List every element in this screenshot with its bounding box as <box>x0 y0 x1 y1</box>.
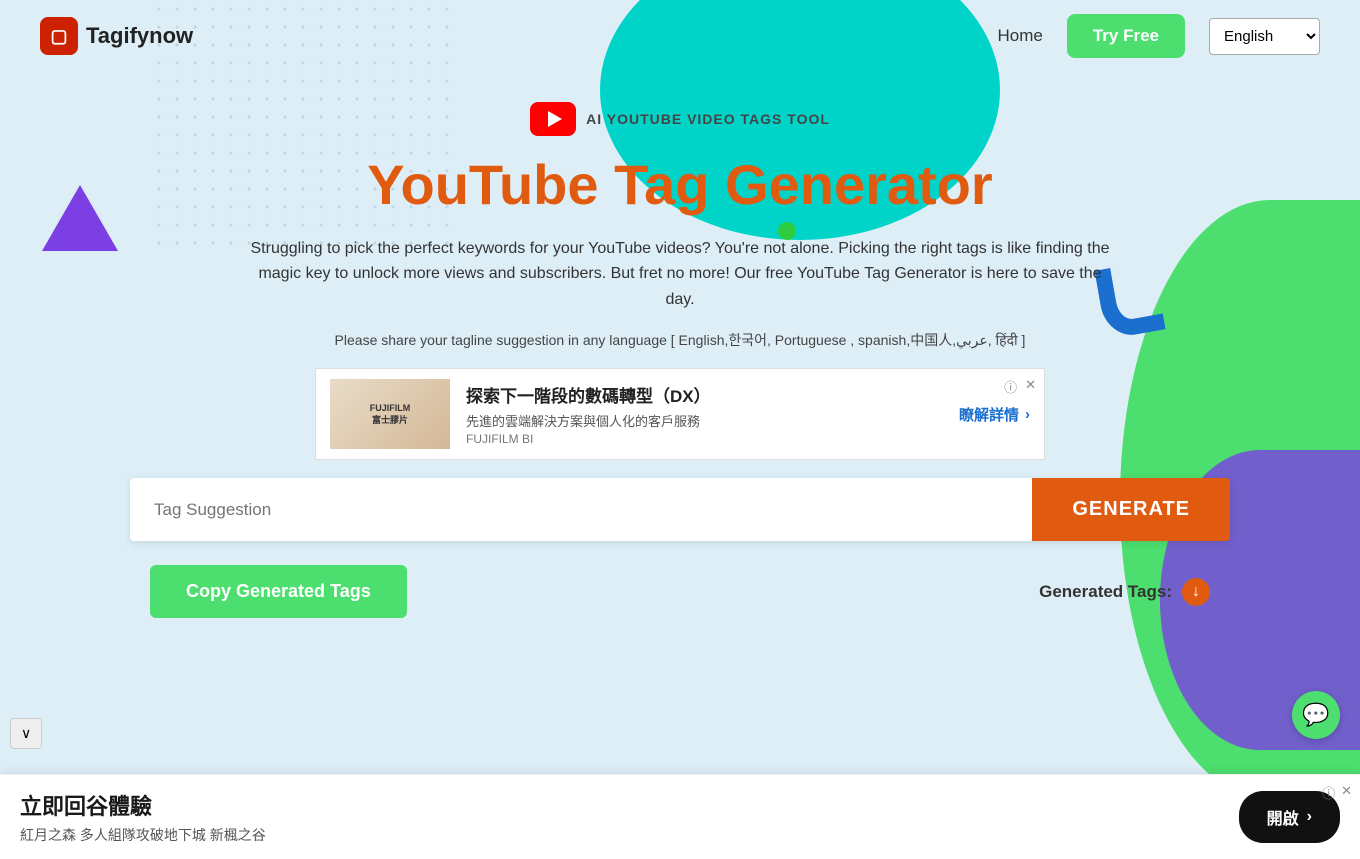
ad-info-icon[interactable]: ⓘ <box>1004 377 1017 396</box>
ad-chevron-right-icon: › <box>1025 406 1030 423</box>
arrow-down-symbol: ↓ <box>1192 583 1200 601</box>
logo[interactable]: ▢ Tagifynow <box>40 17 193 55</box>
yt-label: AI YOUTUBE VIDEO TAGS TOOL <box>530 102 830 136</box>
logo-text: Tagifynow <box>86 23 193 49</box>
ad-title: 探索下一階段的數碼轉型（DX） <box>466 382 943 407</box>
page-title: YouTube Tag Generator <box>20 154 1340 216</box>
copy-generated-tags-button[interactable]: Copy Generated Tags <box>150 565 407 618</box>
generated-tags-label: Generated Tags: ↓ <box>1039 578 1210 606</box>
bottom-ad-close-icon[interactable]: ✕ <box>1341 783 1352 802</box>
bottom-ad-subtitle: 紅月之森 多人組隊攻破地下城 新楓之谷 <box>20 825 1239 845</box>
ad-close-icon[interactable]: ✕ <box>1025 377 1036 396</box>
nav-home-link[interactable]: Home <box>997 26 1042 46</box>
bottom-ad-banner: 立即回谷體驗 紅月之森 多人組隊攻破地下城 新楓之谷 開啟 › ⓘ ✕ <box>0 774 1360 859</box>
collapse-icon: ∨ <box>21 725 31 741</box>
hero-subtitle: Struggling to pick the perfect keywords … <box>250 236 1110 313</box>
ad-text: 探索下一階段的數碼轉型（DX） 先進的雲端解決方案與個人化的客戶服務 FUJIF… <box>466 382 943 446</box>
bottom-ad-info-icon[interactable]: ⓘ <box>1322 783 1335 802</box>
collapse-button[interactable]: ∨ <box>10 718 42 749</box>
chat-icon: 💬 <box>1302 702 1329 728</box>
chat-bubble-button[interactable]: 💬 <box>1292 691 1340 739</box>
bottom-ad-close-area: ⓘ ✕ <box>1322 783 1352 802</box>
ad-subtitle: 先進的雲端解決方案與個人化的客戶服務 <box>466 411 943 430</box>
youtube-play-icon <box>530 102 576 136</box>
ad-brand: FUJIFILM BI <box>466 432 943 446</box>
ad-image-inner: FUJIFILM富士膠片 <box>330 379 450 449</box>
actions-area: Copy Generated Tags Generated Tags: ↓ <box>130 565 1230 618</box>
ad-close-area: ⓘ ✕ <box>1004 377 1036 396</box>
bottom-ad-action-label: 開啟 <box>1267 805 1299 829</box>
generate-button[interactable]: GENERATE <box>1032 478 1230 541</box>
generated-tags-text: Generated Tags: <box>1039 582 1172 602</box>
bottom-ad-chevron-icon: › <box>1307 808 1312 826</box>
yt-label-text: AI YOUTUBE VIDEO TAGS TOOL <box>586 111 830 127</box>
ad-banner: FUJIFILM富士膠片 探索下一階段的數碼轉型（DX） 先進的雲端解決方案與個… <box>315 368 1045 460</box>
tag-suggestion-input[interactable] <box>130 478 1032 541</box>
header: ▢ Tagifynow Home Try Free English Españo… <box>0 0 1360 72</box>
input-area: GENERATE <box>130 478 1230 541</box>
logo-icon: ▢ <box>40 17 78 55</box>
bottom-ad-title: 立即回谷體驗 <box>20 789 1239 821</box>
header-right: Home Try Free English Español Português … <box>997 14 1320 58</box>
ad-action-button[interactable]: 瞭解詳情 › <box>959 404 1030 425</box>
bottom-ad-text: 立即回谷體驗 紅月之森 多人組隊攻破地下城 新楓之谷 <box>20 789 1239 845</box>
language-select[interactable]: English Español Português 中文 عربي 한국어 <box>1209 18 1320 55</box>
down-arrow-icon: ↓ <box>1182 578 1210 606</box>
tagline-note: Please share your tagline suggestion in … <box>20 330 1340 350</box>
main-content: AI YOUTUBE VIDEO TAGS TOOL YouTube Tag G… <box>0 72 1360 618</box>
try-free-button[interactable]: Try Free <box>1067 14 1185 58</box>
ad-action-label: 瞭解詳情 <box>959 404 1019 425</box>
ad-image: FUJIFILM富士膠片 <box>330 379 450 449</box>
